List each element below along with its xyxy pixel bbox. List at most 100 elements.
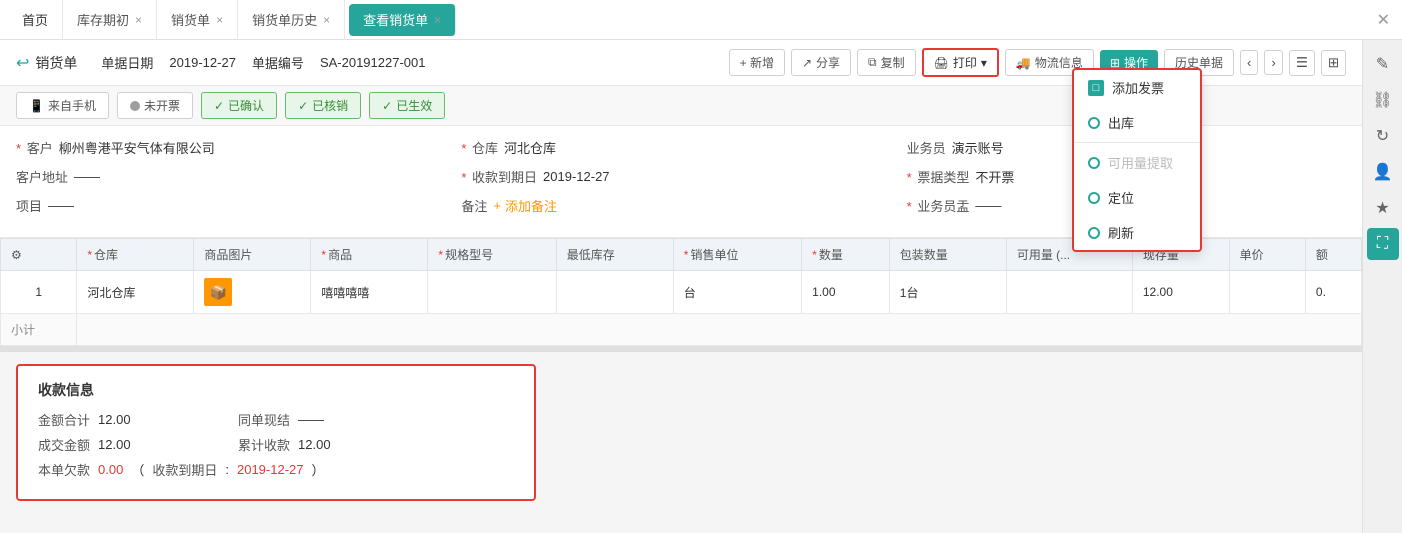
reviewed-label: 已核销: [312, 97, 348, 114]
salesperson-value: ——: [975, 198, 1001, 213]
print-dropdown-icon: ▾: [981, 56, 987, 70]
not-open-button[interactable]: 未开票: [117, 92, 193, 119]
quantity-extract-label: 可用量提取: [1108, 153, 1173, 172]
confirm-label: 已确认: [228, 97, 264, 114]
tab-sales-history[interactable]: 销货单历史 ×: [238, 0, 345, 40]
doc-title: ↩ 销货单: [16, 53, 77, 73]
tab-history-close[interactable]: ×: [323, 13, 330, 27]
subtotal-content: [77, 314, 1362, 346]
refresh-label: 刷新: [1108, 223, 1134, 242]
locate-label: 定位: [1108, 188, 1134, 207]
new-label: + 新增: [740, 54, 774, 71]
refresh-item[interactable]: 刷新: [1074, 215, 1200, 250]
new-button[interactable]: + 新增: [729, 49, 785, 76]
warehouse-label: * 仓库: [461, 138, 498, 157]
table-container: ⚙ *仓库 商品图片 *商品 *规格型号 最低库存 *销售单位 *数量 包装数量…: [0, 238, 1362, 352]
refresh-icon: [1088, 227, 1100, 239]
warehouse-out-label: 出库: [1108, 113, 1134, 132]
confirm-button[interactable]: ✓ 已确认: [201, 92, 277, 119]
effective-label: 已生效: [396, 97, 432, 114]
warehouse-out-item[interactable]: 出库: [1074, 105, 1200, 140]
reviewed-button[interactable]: ✓ 已核销: [285, 92, 361, 119]
payment-date-field: * 收款到期日 2019-12-27: [461, 167, 900, 186]
from-mobile-button[interactable]: 📱 来自手机: [16, 92, 109, 119]
doc-date-label: 单据日期: [101, 53, 153, 72]
tab-sales-order[interactable]: 销货单 ×: [157, 0, 238, 40]
current-owe-value: 0.00: [98, 462, 123, 477]
share-label: 分享: [816, 54, 840, 71]
share-button[interactable]: ↗ 分享: [791, 49, 851, 76]
list-view-button[interactable]: ☰: [1289, 50, 1315, 76]
ticket-type-label: * 票据类型: [907, 167, 970, 186]
next-button[interactable]: ›: [1264, 50, 1282, 75]
tab-sales-close[interactable]: ×: [216, 13, 223, 27]
dropdown-divider: [1074, 142, 1200, 143]
salesperson-label: * 业务员盂: [907, 196, 970, 215]
operations-dropdown: □ 添加发票 出库 可用量提取 定位 刷新: [1072, 68, 1202, 252]
sidebar-edit-icon[interactable]: ✎: [1367, 48, 1399, 80]
window-close-button[interactable]: ✕: [1377, 10, 1390, 30]
col-gear[interactable]: ⚙: [1, 239, 77, 271]
grid-view-button[interactable]: ⊞: [1321, 50, 1346, 76]
share-icon: ↗: [802, 56, 812, 70]
sidebar-link-icon[interactable]: ⛓: [1367, 84, 1399, 116]
row-min-stock: [556, 271, 673, 314]
project-value: ——: [48, 198, 74, 213]
col-sales-unit: *销售单位: [673, 239, 801, 271]
tab-inventory-init[interactable]: 库存期初 ×: [63, 0, 157, 40]
payment-date-value: 2019-12-27: [543, 169, 610, 184]
add-note-icon: +: [493, 198, 501, 213]
col-spec: *规格型号: [428, 239, 556, 271]
effective-button[interactable]: ✓ 已生效: [369, 92, 445, 119]
doc-number-label: 单据编号: [252, 53, 304, 72]
row-available: [1006, 271, 1132, 314]
tab-view-sales[interactable]: 查看销货单 ×: [349, 4, 456, 36]
table-scrollbar[interactable]: [0, 346, 1362, 352]
tab-home-label: 首页: [22, 10, 48, 29]
locate-item[interactable]: 定位: [1074, 180, 1200, 215]
employee-value: 演示账号: [952, 138, 1004, 157]
payment-info: 收款信息 金额合计 12.00 同单现结 —— 成交金额 12.00 累计收款 …: [16, 364, 536, 501]
same-order-value: ——: [298, 412, 324, 427]
copy-button[interactable]: ⧉ 复制: [857, 49, 916, 76]
col-amount: 额: [1305, 239, 1361, 271]
sidebar-star-icon[interactable]: ★: [1367, 192, 1399, 224]
row-warehouse: 河北仓库: [77, 271, 194, 314]
tab-sales-label: 销货单: [171, 10, 210, 29]
print-label: 打印: [953, 54, 977, 71]
reviewed-icon: ✓: [298, 99, 308, 113]
print-button[interactable]: 🖨 打印 ▾: [922, 48, 999, 77]
doc-icon: ↩: [16, 53, 29, 73]
tab-inventory-close[interactable]: ×: [135, 13, 142, 27]
row-product: 嘻嘻嘻嘻: [311, 271, 428, 314]
customer-value: 柳州粤港平安气体有限公司: [59, 138, 215, 157]
tab-home[interactable]: 首页: [8, 0, 63, 40]
add-invoice-item[interactable]: □ 添加发票: [1074, 70, 1200, 105]
tab-view-close[interactable]: ×: [434, 13, 441, 27]
tab-history-label: 销货单历史: [252, 10, 317, 29]
sidebar-refresh-icon[interactable]: ↻: [1367, 120, 1399, 152]
same-order-item: 同单现结 ——: [238, 410, 418, 429]
from-mobile-label: 来自手机: [48, 97, 96, 114]
col-unit-price: 单价: [1229, 239, 1305, 271]
doc-date-value: 2019-12-27: [169, 55, 236, 70]
add-note-button[interactable]: + 添加备注: [493, 196, 557, 215]
row-amount: 0.: [1305, 271, 1361, 314]
due-date-info: （: [131, 460, 144, 479]
quantity-extract-item[interactable]: 可用量提取: [1074, 145, 1200, 180]
product-image: 📦: [204, 278, 232, 306]
row-current-stock: 12.00: [1132, 271, 1229, 314]
cumulative-receipt-item: 累计收款 12.00: [238, 435, 418, 454]
subtotal-label: 小计: [1, 314, 77, 346]
due-colon: :: [225, 462, 229, 477]
locate-icon: [1088, 192, 1100, 204]
employee-label: 业务员: [907, 138, 946, 157]
note-field: 备注 + 添加备注: [461, 196, 900, 215]
sidebar-expand-icon[interactable]: ⛶: [1367, 228, 1399, 260]
sidebar-user-icon[interactable]: 👤: [1367, 156, 1399, 188]
not-open-icon: [130, 101, 140, 111]
payment-row-2: 成交金额 12.00 累计收款 12.00: [38, 435, 514, 454]
prev-button[interactable]: ‹: [1240, 50, 1258, 75]
address-value: ——: [74, 169, 100, 184]
payment-date-label: * 收款到期日: [461, 167, 537, 186]
